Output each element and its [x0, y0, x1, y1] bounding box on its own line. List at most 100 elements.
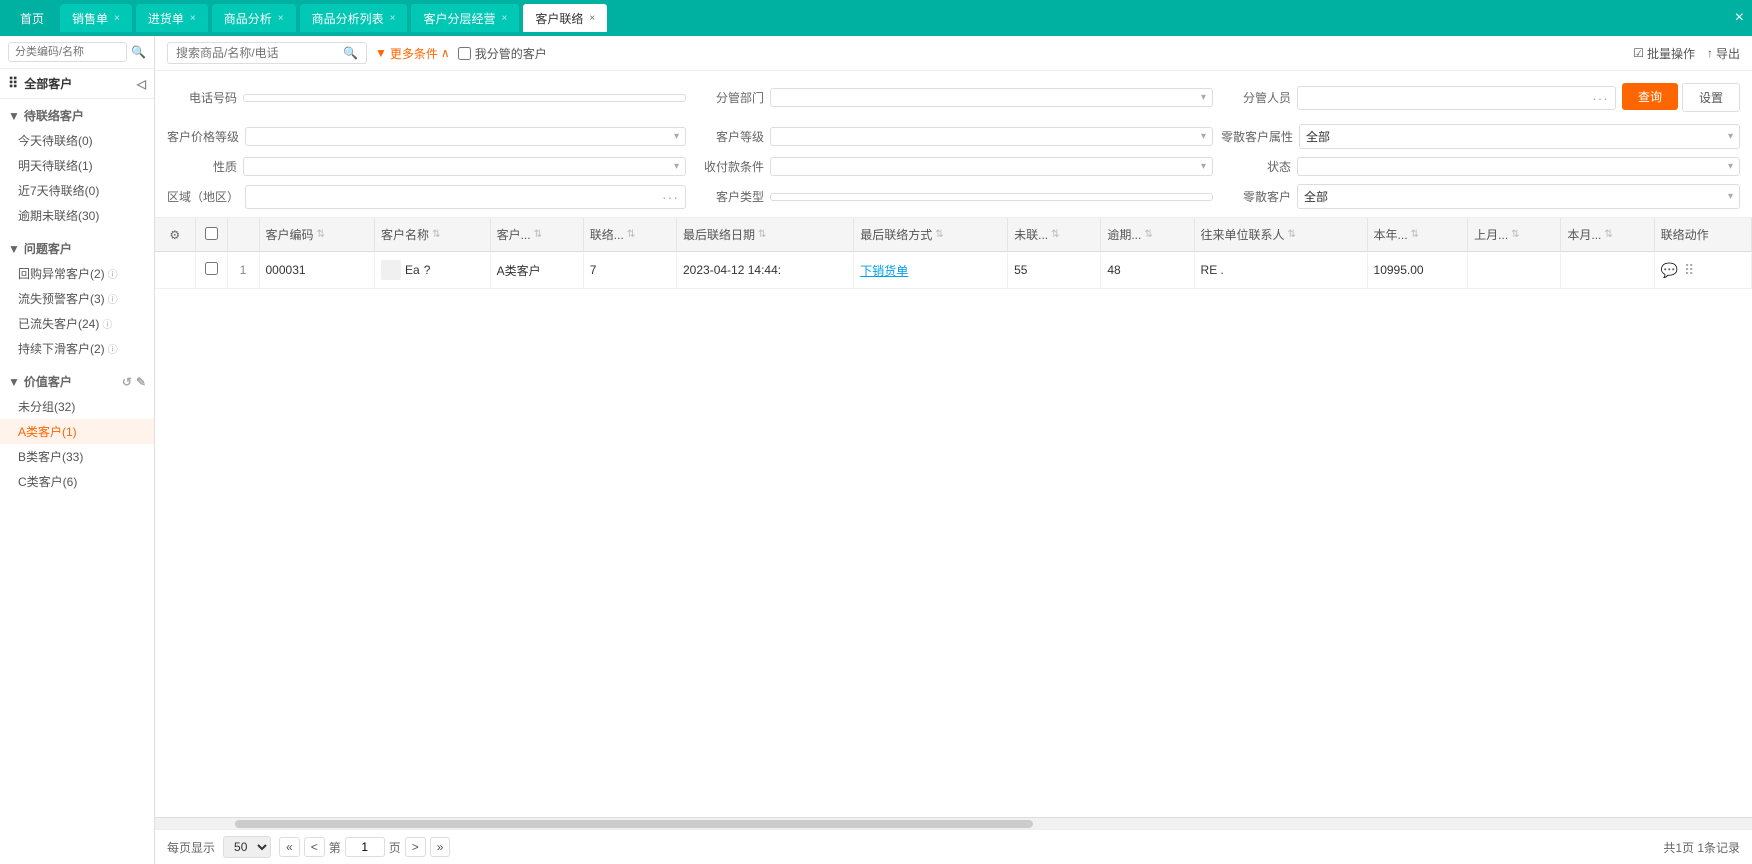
filter-phone-input[interactable]: [243, 94, 686, 102]
filter-customer-level-select[interactable]: ▾: [770, 127, 1213, 146]
first-page-button[interactable]: «: [279, 837, 300, 857]
th-overdue-sort[interactable]: ⇅: [1144, 229, 1152, 240]
th-action: 联络动作: [1654, 218, 1751, 252]
last-contact-method-link[interactable]: 下销货单: [860, 264, 908, 278]
th-last-month-sort[interactable]: ⇅: [1511, 229, 1519, 240]
action-icon-chat[interactable]: 💬: [1661, 262, 1678, 279]
th-type-sort[interactable]: ⇅: [534, 229, 542, 240]
sidebar-item-b-class[interactable]: B类客户(33): [0, 444, 154, 469]
problem-collapse-icon: ▼: [8, 242, 20, 256]
last-page-button[interactable]: »: [430, 837, 451, 857]
sidebar-group-pending-title[interactable]: ▼ 待联络客户: [0, 103, 154, 128]
prev-page-button[interactable]: <: [304, 837, 325, 857]
sidebar-all-customers[interactable]: ⠿ 全部客户 ◁: [0, 69, 154, 99]
my-customer-checkbox[interactable]: [458, 47, 471, 60]
page-number-input[interactable]: [345, 837, 385, 857]
next-page-button[interactable]: >: [405, 837, 426, 857]
th-no-contact: 未联... ⇅: [1008, 218, 1101, 252]
sidebar-item-ungrouped[interactable]: 未分组(32): [0, 394, 154, 419]
main-layout: 🔍 ⠿ 全部客户 ◁ ▼ 待联络客户 今天待联络(0) 明天待联络(1) 近7天…: [0, 36, 1752, 864]
filter-scatter-select[interactable]: 全部 ▾: [1297, 184, 1740, 209]
search-button[interactable]: 查询: [1622, 83, 1678, 110]
filter-payment-select[interactable]: ▾: [770, 157, 1213, 176]
th-last-date-sort[interactable]: ⇅: [758, 229, 766, 240]
row-num: 1: [240, 263, 247, 277]
filter-dept-label: 分管部门: [694, 89, 764, 106]
th-last-method-sort[interactable]: ⇅: [935, 229, 943, 240]
th-this-year-sort[interactable]: ⇅: [1411, 229, 1419, 240]
window-close-button[interactable]: ×: [1735, 9, 1744, 27]
toolbar-search-input[interactable]: [176, 46, 339, 60]
sidebar-item-a-class[interactable]: A类客户(1): [0, 419, 154, 444]
customer-type: A类客户: [497, 264, 541, 278]
filter-price-level-select[interactable]: ▾: [245, 127, 686, 146]
th-code-sort[interactable]: ⇅: [317, 229, 325, 240]
customer-name: Ea: [405, 263, 420, 277]
nav-tab-customer-contact-close[interactable]: ×: [589, 13, 595, 24]
nav-tab-sales-close[interactable]: ×: [114, 13, 120, 24]
nav-tab-customer-tier-close[interactable]: ×: [501, 13, 507, 24]
sidebar-item-today-pending[interactable]: 今天待联络(0): [0, 128, 154, 153]
nav-tab-analysis-list-close[interactable]: ×: [390, 13, 396, 24]
person-more-btn[interactable]: ···: [1592, 90, 1609, 106]
edit-icon[interactable]: ✎: [136, 375, 146, 389]
page-size-select[interactable]: 50: [223, 836, 271, 858]
filter-dept-select[interactable]: ▾: [770, 88, 1213, 107]
filter-status-select[interactable]: ▾: [1297, 157, 1740, 176]
td-code: 000031: [259, 252, 375, 289]
nav-tab-sales[interactable]: 销售单 ×: [60, 4, 132, 32]
filter-more-button[interactable]: ▼ 更多条件 ∧: [375, 45, 450, 62]
nav-tab-customer-contact[interactable]: 客户联络 ×: [523, 4, 607, 32]
select-all-checkbox[interactable]: [205, 227, 218, 240]
content-area: 🔍 ▼ 更多条件 ∧ 我分管的客户 ☑ 批量操作 ↑ 导出: [155, 36, 1752, 864]
filter-nature-select[interactable]: ▾: [243, 157, 686, 176]
th-overdue-label: 逾期...: [1107, 226, 1141, 243]
sidebar-item-churn-warning[interactable]: 流失预警客户(3) ⓘ: [0, 286, 154, 311]
toolbar: 🔍 ▼ 更多条件 ∧ 我分管的客户 ☑ 批量操作 ↑ 导出: [155, 36, 1752, 71]
export-button[interactable]: ↑ 导出: [1707, 45, 1740, 62]
row-checkbox[interactable]: [205, 262, 218, 275]
my-customer-checkbox-container[interactable]: 我分管的客户: [458, 45, 547, 62]
sidebar-item-declining[interactable]: 持续下滑客户(2) ⓘ: [0, 336, 154, 361]
toolbar-search-icon[interactable]: 🔍: [343, 46, 358, 60]
sidebar-group-value-title[interactable]: ▼ 价值客户 ↺ ✎: [0, 369, 154, 394]
filter-region-select[interactable]: ···: [245, 185, 686, 209]
filter-customer-type-input[interactable]: [770, 193, 1213, 201]
th-company-sort[interactable]: ⇅: [1288, 229, 1296, 240]
horizontal-scrollbar[interactable]: [155, 817, 1752, 829]
table-settings-icon[interactable]: ⚙: [169, 228, 180, 242]
sidebar-item-overdue-contact[interactable]: 逾期未联络(30): [0, 203, 154, 228]
nav-tab-customer-tier[interactable]: 客户分层经营 ×: [411, 4, 519, 32]
sidebar-search-icon[interactable]: 🔍: [131, 45, 146, 59]
sidebar-item-7days-pending[interactable]: 近7天待联络(0): [0, 178, 154, 203]
batch-operation-button[interactable]: ☑ 批量操作: [1633, 45, 1695, 62]
sidebar-item-tomorrow-pending[interactable]: 明天待联络(1): [0, 153, 154, 178]
action-icon-qr[interactable]: ⠿: [1684, 262, 1694, 279]
nav-tab-analysis-list[interactable]: 商品分析列表 ×: [300, 4, 408, 32]
nav-tab-purchase[interactable]: 进货单 ×: [136, 4, 208, 32]
sidebar-item-tomorrow-pending-label: 明天待联络(1): [18, 157, 93, 174]
page-suffix: 页: [389, 839, 401, 856]
th-no-contact-sort[interactable]: ⇅: [1051, 229, 1059, 240]
sidebar-item-c-class[interactable]: C类客户(6): [0, 469, 154, 494]
sidebar-collapse-btn[interactable]: ◁: [137, 77, 146, 91]
region-more-btn[interactable]: ···: [662, 189, 679, 205]
sidebar-group-problem-title[interactable]: ▼ 问题客户: [0, 236, 154, 261]
sidebar-item-churned[interactable]: 已流失客户(24) ⓘ: [0, 311, 154, 336]
th-last-month-label: 上月...: [1474, 226, 1508, 243]
filter-person-select[interactable]: ···: [1297, 86, 1616, 110]
my-customer-label: 我分管的客户: [475, 45, 547, 62]
filter-scatter-attr-select[interactable]: 全部 ▾: [1299, 124, 1740, 149]
nav-tab-analysis-close[interactable]: ×: [278, 13, 284, 24]
th-name-sort[interactable]: ⇅: [432, 229, 440, 240]
setting-button[interactable]: 设置: [1682, 83, 1740, 112]
nav-tab-purchase-close[interactable]: ×: [190, 13, 196, 24]
th-num: [227, 218, 259, 252]
sidebar-search-input[interactable]: [8, 42, 127, 62]
nav-tab-analysis[interactable]: 商品分析 ×: [212, 4, 296, 32]
nav-home[interactable]: 首页: [8, 4, 56, 32]
th-contact-sort[interactable]: ⇅: [627, 229, 635, 240]
sidebar-item-repurchase-abnormal[interactable]: 回购异常客户(2) ⓘ: [0, 261, 154, 286]
refresh-icon[interactable]: ↺: [122, 375, 132, 389]
th-this-month-sort[interactable]: ⇅: [1604, 229, 1612, 240]
